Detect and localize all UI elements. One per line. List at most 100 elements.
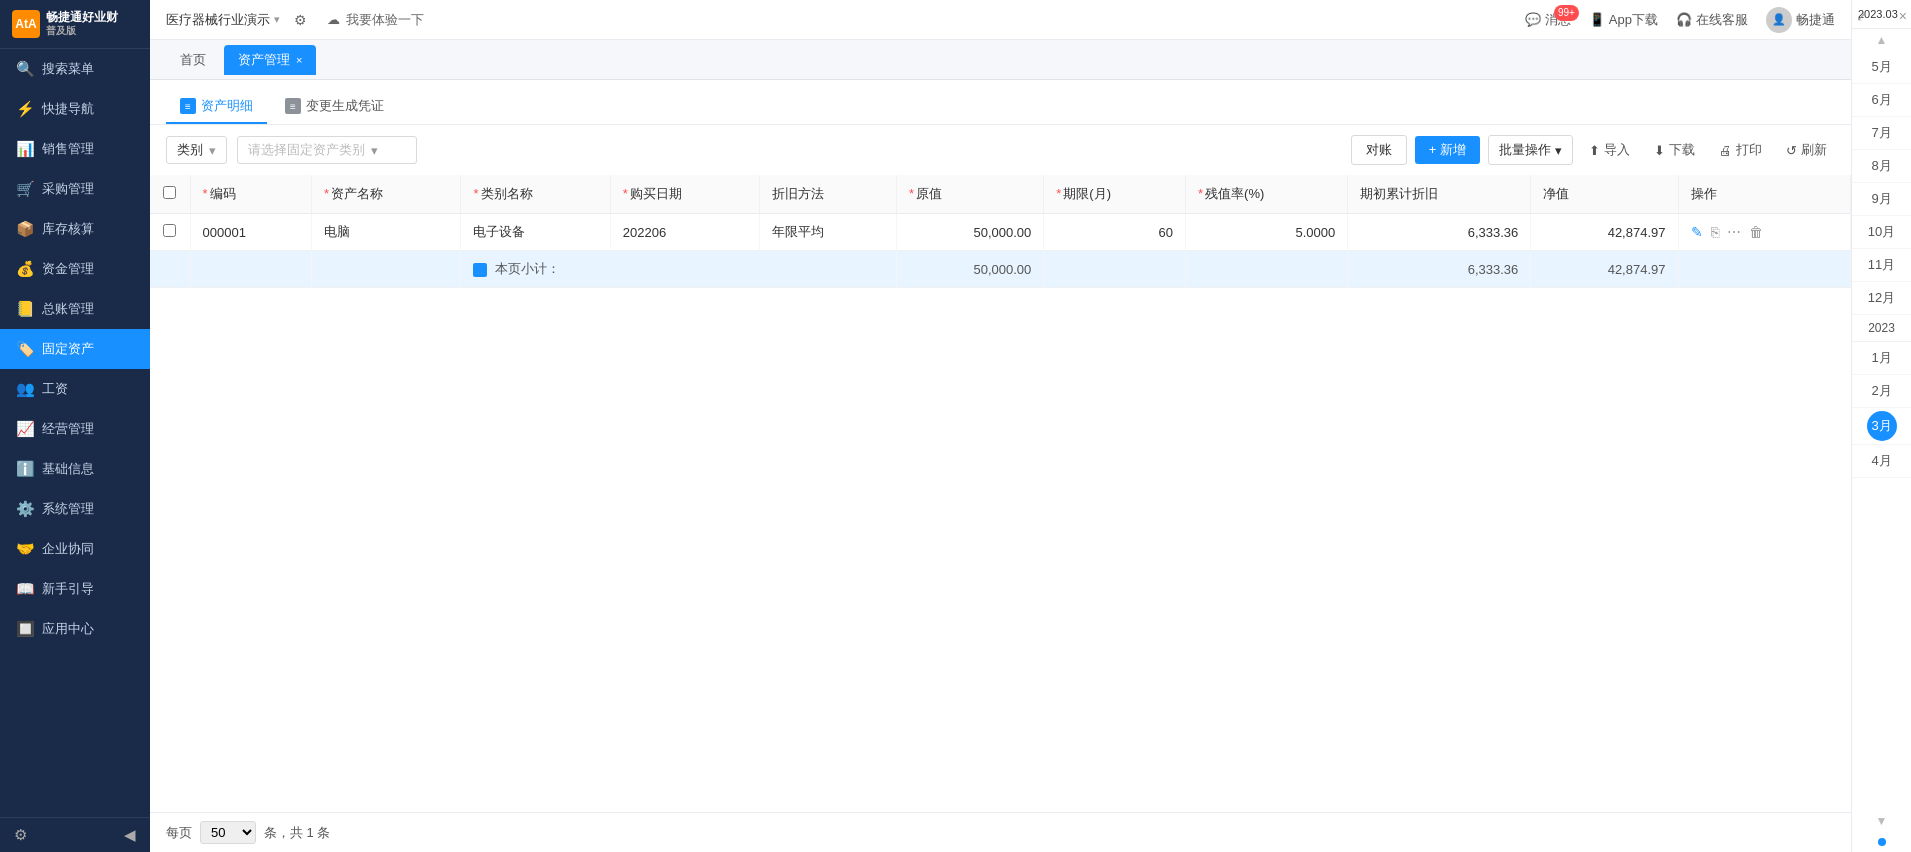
right-panel-header: ⤢ 2023.03 × xyxy=(1852,0,1911,29)
filter-dropdown-arrow: ▾ xyxy=(209,143,216,158)
tab-asset-management[interactable]: 资产管理 × xyxy=(224,45,316,75)
month-3-current[interactable]: 3月 xyxy=(1852,408,1911,445)
month-12[interactable]: 12月 xyxy=(1852,282,1911,315)
header-depreciation-method: 折旧方法 xyxy=(760,175,897,214)
sidebar-item-operations[interactable]: 📈 经营管理 xyxy=(0,409,150,449)
month-11[interactable]: 11月 xyxy=(1852,249,1911,282)
message-icon: 💬 xyxy=(1525,12,1541,27)
sidebar-item-collab[interactable]: 🤝 企业协同 xyxy=(0,529,150,569)
cell-category: 电子设备 xyxy=(461,214,610,251)
cell-period: 60 xyxy=(1044,214,1186,251)
tab-close-icon[interactable]: × xyxy=(296,54,302,66)
sidebar-item-inventory[interactable]: 📦 库存核算 xyxy=(0,209,150,249)
copy-icon[interactable]: ⎘ xyxy=(1711,224,1719,240)
batch-button[interactable]: 批量操作 ▾ xyxy=(1488,135,1573,165)
category-value-filter[interactable]: 请选择固定资产类别 ▾ xyxy=(237,136,417,164)
expand-icon[interactable]: ⤢ xyxy=(1856,8,1868,24)
sidebar-item-finance[interactable]: 💰 资金管理 xyxy=(0,249,150,289)
sidebar-item-label: 基础信息 xyxy=(42,460,94,478)
sidebar-item-appstore[interactable]: 🔲 应用中心 xyxy=(0,609,150,649)
scroll-up-icon[interactable]: ▲ xyxy=(1872,29,1892,51)
sidebar-item-fixed-assets[interactable]: 🏷️ 固定资产 xyxy=(0,329,150,369)
online-service-label: 在线客服 xyxy=(1696,11,1748,29)
category-filter[interactable]: 类别 ▾ xyxy=(166,136,227,164)
refresh-button[interactable]: ↺ 刷新 xyxy=(1778,136,1835,164)
user-avatar[interactable]: 👤 畅捷通 xyxy=(1766,7,1835,33)
import-label: 导入 xyxy=(1604,141,1630,159)
sidebar-bottom: ⚙ ◀ xyxy=(0,817,150,852)
new-button[interactable]: + 新增 xyxy=(1415,136,1480,164)
sidebar-item-guide[interactable]: 📖 新手引导 xyxy=(0,569,150,609)
edit-icon[interactable]: ✎ xyxy=(1691,224,1703,240)
download-button[interactable]: ⬇ 下载 xyxy=(1646,136,1703,164)
sidebar-item-payroll[interactable]: 👥 工资 xyxy=(0,369,150,409)
reconcile-button[interactable]: 对账 xyxy=(1351,135,1407,165)
cell-code: 000001 xyxy=(190,214,312,251)
per-page-select[interactable]: 50 100 200 xyxy=(200,821,256,844)
messages-button[interactable]: 💬 消息 99+ xyxy=(1525,11,1571,29)
collab-icon: 🤝 xyxy=(16,540,34,558)
month-1[interactable]: 1月 xyxy=(1852,342,1911,375)
cell-depreciation-method: 年限平均 xyxy=(760,214,897,251)
collapse-icon[interactable]: ◀ xyxy=(124,826,136,844)
company-name: 医疗器械行业演示 xyxy=(166,11,270,29)
asset-table-container: *编码 *资产名称 *类别名称 *购买日期 折旧方法 *原值 *期限(月) *残… xyxy=(150,175,1851,812)
print-button[interactable]: 🖨 打印 xyxy=(1711,136,1770,164)
sidebar-item-sales[interactable]: 📊 销售管理 xyxy=(0,129,150,169)
close-panel-icon[interactable]: × xyxy=(1899,8,1907,24)
tab-home[interactable]: 首页 xyxy=(166,45,220,75)
more-icon[interactable]: ⋯ xyxy=(1727,224,1741,240)
topbar: 医疗器械行业演示 ▾ ⚙ ☁ 我要体验一下 💬 消息 99+ 📱 App下载 🎧… xyxy=(150,0,1851,40)
select-all-checkbox[interactable] xyxy=(163,186,176,199)
app-edition: 普及版 xyxy=(46,24,118,38)
sidebar-item-quicknav[interactable]: ⚡ 快捷导航 xyxy=(0,89,150,129)
sidebar-item-ledger[interactable]: 📒 总账管理 xyxy=(0,289,150,329)
month-10[interactable]: 10月 xyxy=(1852,216,1911,249)
subtotal-row: 本页小计： 50,000.00 6,333.36 42,874.97 xyxy=(150,251,1851,288)
header-actions: 操作 xyxy=(1678,175,1851,214)
subtotal-accumulated: 6,333.36 xyxy=(1348,251,1531,288)
sidebar-item-label: 采购管理 xyxy=(42,180,94,198)
month-list: 5月 6月 7月 8月 9月 10月 11月 12月 2023 1月 2月 3月… xyxy=(1852,51,1911,810)
cell-actions: ✎ ⎘ ⋯ 🗑 xyxy=(1678,214,1851,251)
cell-residual-rate: 5.0000 xyxy=(1186,214,1348,251)
row-checkbox[interactable] xyxy=(163,224,176,237)
settings-gear-icon[interactable]: ⚙ xyxy=(294,12,307,28)
month-6[interactable]: 6月 xyxy=(1852,84,1911,117)
message-badge: 99+ xyxy=(1554,5,1579,21)
service-icon: 🎧 xyxy=(1676,12,1692,27)
content-tab-change-voucher[interactable]: ≡ 变更生成凭证 xyxy=(271,90,398,124)
sidebar-item-label: 应用中心 xyxy=(42,620,94,638)
month-2[interactable]: 2月 xyxy=(1852,375,1911,408)
subtotal-empty-2 xyxy=(190,251,312,288)
import-icon: ⬆ xyxy=(1589,143,1600,158)
scroll-down-icon[interactable]: ▼ xyxy=(1872,810,1892,832)
sales-icon: 📊 xyxy=(16,140,34,158)
settings-icon[interactable]: ⚙ xyxy=(14,826,27,844)
experience-link[interactable]: ☁ 我要体验一下 xyxy=(327,11,424,29)
month-7[interactable]: 7月 xyxy=(1852,117,1911,150)
month-4[interactable]: 4月 xyxy=(1852,445,1911,478)
month-5[interactable]: 5月 xyxy=(1852,51,1911,84)
app-download-button[interactable]: 📱 App下载 xyxy=(1589,11,1658,29)
month-8[interactable]: 8月 xyxy=(1852,150,1911,183)
current-month-indicator[interactable]: 3月 xyxy=(1867,411,1897,441)
action-buttons: 对账 + 新增 批量操作 ▾ ⬆ 导入 ⬇ 下载 🖨 xyxy=(1351,135,1835,165)
header-checkbox-cell xyxy=(150,175,190,214)
online-service-button[interactable]: 🎧 在线客服 xyxy=(1676,11,1748,29)
import-button[interactable]: ⬆ 导入 xyxy=(1581,136,1638,164)
header-name: *资产名称 xyxy=(312,175,461,214)
content-tab-asset-detail[interactable]: ≡ 资产明细 xyxy=(166,90,267,124)
month-9[interactable]: 9月 xyxy=(1852,183,1911,216)
sidebar-item-search[interactable]: 🔍 搜索菜单 xyxy=(0,49,150,89)
sidebar-item-basic-info[interactable]: ℹ️ 基础信息 xyxy=(0,449,150,489)
sidebar-item-purchase[interactable]: 🛒 采购管理 xyxy=(0,169,150,209)
sidebar-menu: 🔍 搜索菜单 ⚡ 快捷导航 📊 销售管理 🛒 采购管理 📦 库存核算 💰 资金管… xyxy=(0,49,150,817)
asset-detail-tab-label: 资产明细 xyxy=(201,97,253,115)
company-selector[interactable]: 医疗器械行业演示 ▾ xyxy=(166,11,280,29)
tab-asset-label: 资产管理 xyxy=(238,51,290,69)
header-accumulated-depreciation: 期初累计折旧 xyxy=(1348,175,1531,214)
delete-icon[interactable]: 🗑 xyxy=(1749,224,1763,240)
sidebar-item-system[interactable]: ⚙️ 系统管理 xyxy=(0,489,150,529)
cell-net-value: 42,874.97 xyxy=(1531,214,1678,251)
